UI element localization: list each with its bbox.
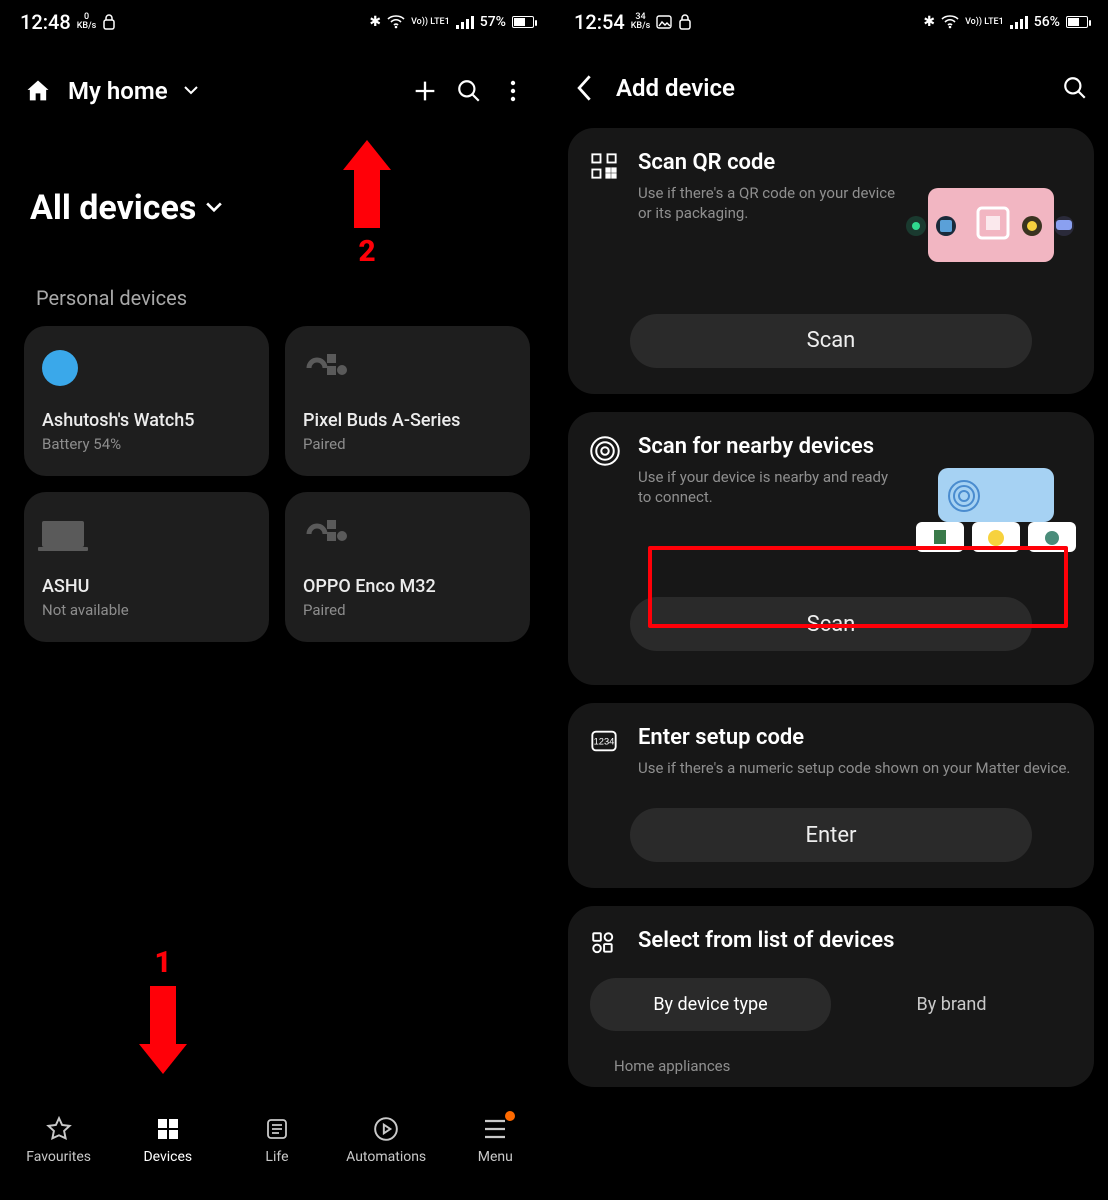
screen-devices: 12:48 0 KB/s ✱ Vo)) LTE1 57% My h [0, 0, 554, 1200]
nearby-illustration [906, 464, 1076, 554]
status-bar: 12:48 0 KB/s ✱ Vo)) LTE1 57% [0, 0, 554, 38]
status-data-rate: 0 KB/s [77, 13, 97, 31]
add-button[interactable] [408, 74, 442, 108]
star-icon [45, 1115, 73, 1143]
device-status: Battery 54% [42, 435, 251, 453]
qr-icon [590, 152, 620, 182]
annotation-arrow-2: 2 [343, 140, 391, 269]
status-time: 12:48 [20, 10, 71, 34]
battery-icon [512, 16, 534, 28]
lock-icon [678, 14, 692, 30]
header: Add device [554, 38, 1108, 110]
nav-label: Favourites [26, 1149, 91, 1165]
laptop-icon [42, 521, 84, 547]
card-title: Select from list of devices [638, 928, 1072, 953]
device-card-pixelbuds[interactable]: Pixel Buds A-Series Paired [285, 326, 530, 476]
device-card-oppo[interactable]: OPPO Enco M32 Paired [285, 492, 530, 642]
nav-label: Menu [478, 1149, 513, 1165]
signal-icon [456, 15, 474, 29]
screen-add-device: 12:54 34 KB/s ✱ Vo)) LTE1 56% [554, 0, 1108, 1200]
network-icon: Vo)) LTE1 [411, 18, 450, 27]
nav-devices[interactable]: Devices [113, 1115, 222, 1165]
location-dropdown[interactable]: My home [68, 77, 168, 105]
battery-icon [1066, 16, 1088, 28]
search-button[interactable] [1062, 75, 1088, 101]
card-title: Scan QR code [638, 150, 1072, 175]
segmented-control: By device type By brand [590, 978, 1072, 1031]
list-icon [590, 930, 620, 960]
lock-icon [102, 14, 116, 30]
chevron-down-icon [206, 202, 222, 214]
qr-illustration [906, 180, 1076, 270]
menu-icon [481, 1115, 509, 1143]
grid-icon [154, 1115, 182, 1143]
card-enter-code: 1234 Enter setup code Use if there's a n… [568, 703, 1094, 888]
card-desc: Use if your device is nearby and ready t… [638, 467, 898, 508]
category-heading: Home appliances [590, 1057, 1072, 1075]
signal-icon [1010, 15, 1028, 29]
bluetooth-icon: ✱ [923, 14, 935, 30]
play-circle-icon [372, 1115, 400, 1143]
life-icon [263, 1115, 291, 1143]
device-status: Paired [303, 601, 512, 619]
nav-life[interactable]: Life [222, 1115, 331, 1165]
device-name: Pixel Buds A-Series [303, 410, 512, 431]
card-title: Enter setup code [638, 725, 1072, 750]
scan-qr-button[interactable]: Scan [630, 314, 1032, 368]
home-icon[interactable] [24, 77, 52, 105]
device-status: Paired [303, 435, 512, 453]
status-data-rate: 34 KB/s [631, 13, 651, 31]
status-time: 12:54 [574, 10, 625, 34]
card-desc: Use if there's a QR code on your device … [638, 183, 898, 224]
battery-percent: 56% [1034, 14, 1060, 30]
chevron-down-icon[interactable] [184, 86, 198, 96]
keypad-icon: 1234 [590, 727, 620, 757]
earbuds-icon [303, 512, 512, 556]
network-icon: Vo)) LTE1 [965, 18, 1004, 27]
notification-badge [505, 1111, 515, 1121]
more-button[interactable] [496, 74, 530, 108]
device-name: ASHU [42, 576, 251, 597]
device-status: Not available [42, 601, 251, 619]
wifi-icon [387, 15, 405, 29]
nav-label: Devices [143, 1149, 192, 1165]
device-name: Ashutosh's Watch5 [42, 410, 251, 431]
annotation-arrow-1: 1 [139, 945, 187, 1074]
enter-code-button[interactable]: Enter [630, 808, 1032, 862]
nav-label: Life [265, 1149, 288, 1165]
all-devices-dropdown[interactable]: All devices [0, 118, 554, 238]
search-button[interactable] [452, 74, 486, 108]
topbar: My home [0, 38, 554, 118]
wifi-icon [941, 15, 959, 29]
card-title: Scan for nearby devices [638, 434, 1072, 459]
status-bar: 12:54 34 KB/s ✱ Vo)) LTE1 56% [554, 0, 1108, 38]
tab-by-device-type[interactable]: By device type [590, 978, 831, 1031]
back-button[interactable] [574, 74, 596, 102]
image-icon [656, 15, 672, 29]
page-title: Add device [616, 74, 1042, 102]
card-select-list: Select from list of devices By device ty… [568, 906, 1094, 1087]
card-desc: Use if there's a numeric setup code show… [638, 758, 1072, 778]
personal-devices-heading: Personal devices [0, 238, 554, 326]
watch-icon [42, 350, 78, 386]
nav-label: Automations [346, 1149, 426, 1165]
nav-automations[interactable]: Automations [332, 1115, 441, 1165]
card-scan-nearby: Scan for nearby devices Use if your devi… [568, 412, 1094, 686]
svg-text:1234: 1234 [594, 737, 615, 747]
nav-menu[interactable]: Menu [441, 1115, 550, 1165]
tab-by-brand[interactable]: By brand [831, 978, 1072, 1031]
nav-favourites[interactable]: Favourites [4, 1115, 113, 1165]
device-card-watch[interactable]: Ashutosh's Watch5 Battery 54% [24, 326, 269, 476]
earbuds-icon [303, 346, 512, 390]
device-grid: Ashutosh's Watch5 Battery 54% Pixel Buds… [0, 326, 554, 642]
card-scan-qr: Scan QR code Use if there's a QR code on… [568, 128, 1094, 394]
bluetooth-icon: ✱ [369, 14, 381, 30]
annotation-highlight [648, 546, 1068, 628]
battery-percent: 57% [480, 14, 506, 30]
device-card-ashu[interactable]: ASHU Not available [24, 492, 269, 642]
radar-icon [590, 436, 620, 466]
bottom-nav: Favourites Devices Life Automations [0, 1090, 554, 1200]
device-name: OPPO Enco M32 [303, 576, 512, 597]
